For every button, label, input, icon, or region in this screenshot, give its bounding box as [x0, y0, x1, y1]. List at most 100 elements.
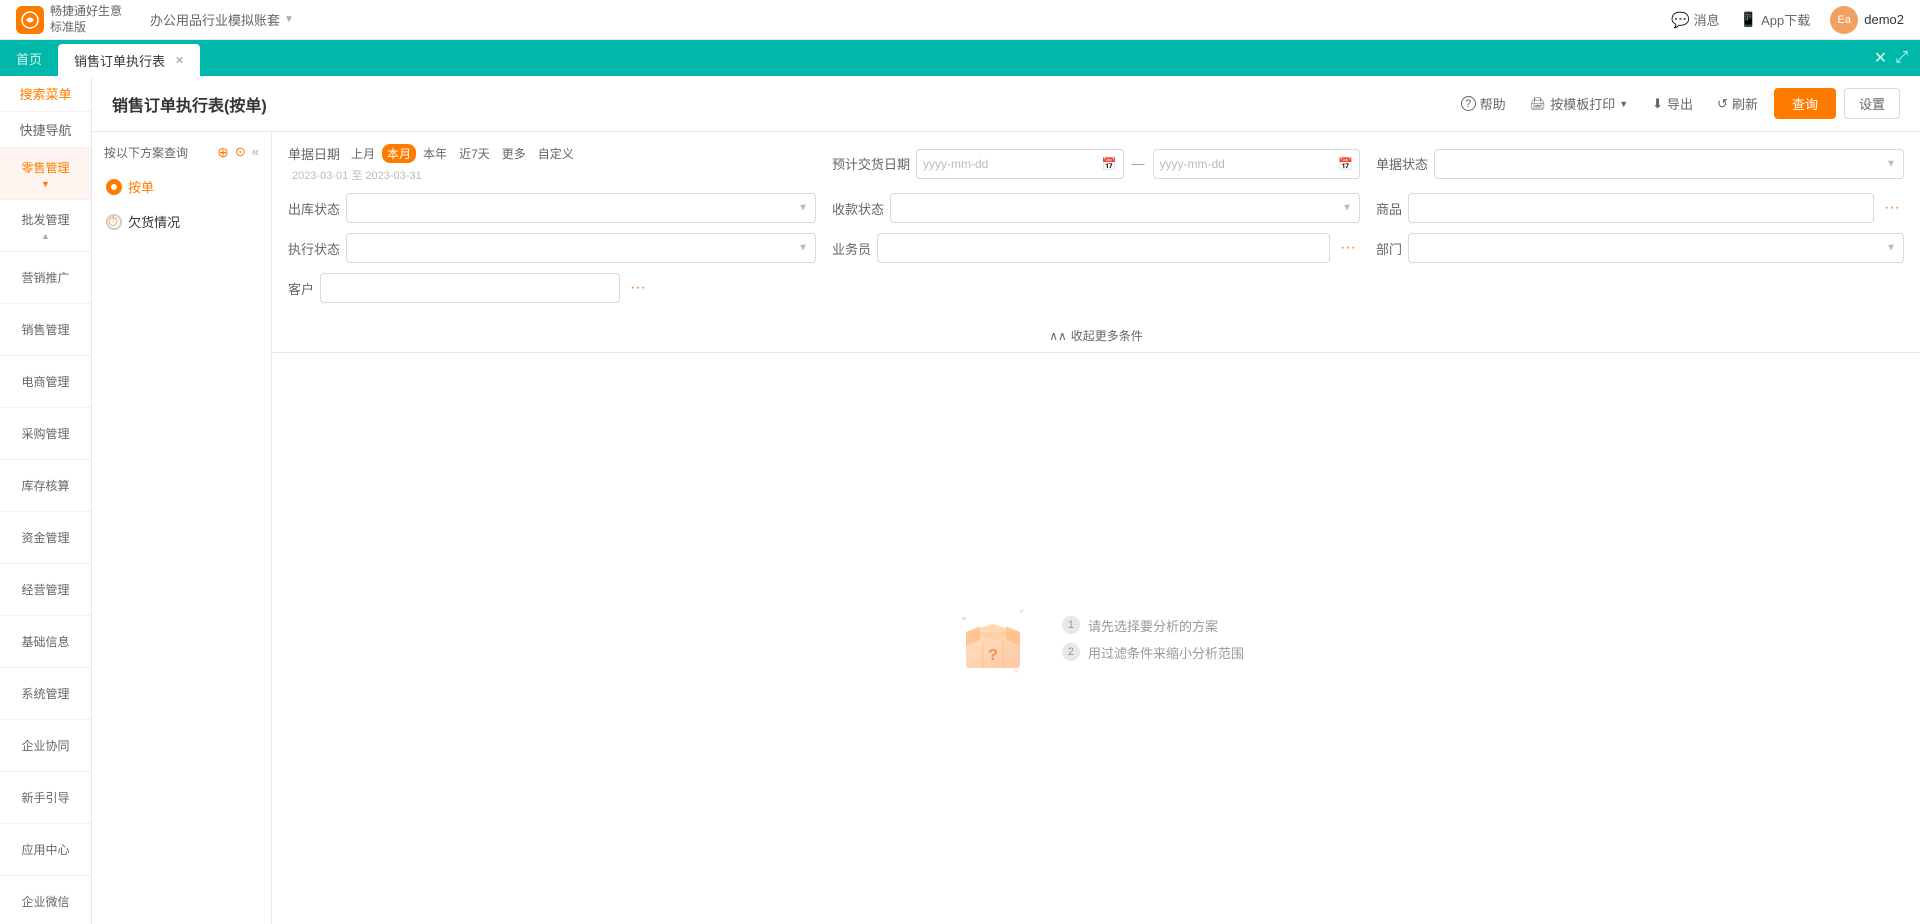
sidebar-item-ecommerce[interactable]: 电商管理	[0, 356, 91, 408]
tab-sales-order[interactable]: 销售订单执行表 ✕	[58, 44, 200, 76]
customer-more-icon[interactable]: ···	[626, 279, 650, 297]
goods-input[interactable]	[1408, 193, 1874, 223]
forecast-date-from-input[interactable]	[923, 150, 1102, 178]
svg-text:✦: ✦	[1013, 668, 1019, 676]
sidebar-item-retail[interactable]: 零售管理 ▼	[0, 148, 91, 200]
tip-text-2: 用过滤条件来缩小分析范围	[1088, 643, 1244, 662]
calendar-from-icon[interactable]: 📅	[1102, 157, 1117, 171]
outbound-status-select[interactable]	[346, 193, 816, 223]
shortcut-custom[interactable]: 自定义	[533, 144, 579, 163]
close-all-tabs-button[interactable]: ✕	[1874, 48, 1887, 68]
sidebar-search-menu[interactable]: 搜索菜单	[0, 76, 91, 112]
dept-select[interactable]	[1408, 233, 1904, 263]
sidebar-item-marketing[interactable]: 营销推广	[0, 252, 91, 304]
shortcut-last-month[interactable]: 上月	[346, 144, 380, 163]
sidebar-item-app-center[interactable]: 应用中心	[0, 824, 91, 876]
manage-scheme-icon[interactable]: ⊙	[235, 144, 246, 161]
sidebar-item-purchase[interactable]: 采购管理	[0, 408, 91, 460]
empty-state: ? ✦ ✦ ✦ 1 请先选择要分析的方案	[272, 353, 1920, 924]
exec-status-select[interactable]	[346, 233, 816, 263]
tab-home-label: 首页	[16, 49, 42, 68]
tab-home[interactable]: 首页	[0, 40, 58, 76]
breadcrumb[interactable]: 办公用品行业模拟账套 ▼	[150, 10, 294, 29]
customer-input[interactable]	[320, 273, 620, 303]
shortcut-this-year[interactable]: 本年	[418, 144, 452, 163]
template-print-button[interactable]: 🖨 按模板打印 ▼	[1522, 90, 1636, 117]
date-range-text: 2023-03-01 至 2023-03-31	[292, 167, 422, 183]
sidebar-item-wechat-label: 企业微信	[21, 893, 69, 910]
collapse-sidebar-icon[interactable]: «	[252, 144, 259, 161]
date-label-shortcuts: 单据日期 上月 本月 本年 近7天 更多 自定义	[288, 144, 816, 163]
add-scheme-icon[interactable]: ⊕	[217, 144, 229, 161]
sidebar-item-sales[interactable]: 销售管理	[0, 304, 91, 356]
outbound-status-group: 出库状态 ▼	[288, 193, 816, 223]
logo-icon	[16, 6, 44, 34]
sidebar-item-finance[interactable]: 资金管理	[0, 512, 91, 564]
forecast-date-from-wrapper: 📅	[916, 149, 1124, 179]
breadcrumb-text: 办公用品行业模拟账套	[150, 10, 280, 29]
date-inputs: 2023-03-01 至 2023-03-31	[288, 167, 816, 183]
shortcut-more[interactable]: 更多	[497, 144, 531, 163]
settings-button[interactable]: 设置	[1844, 88, 1900, 119]
sidebar-quick-nav[interactable]: 快捷导航	[0, 112, 91, 148]
date-dash: —	[1132, 156, 1145, 171]
outbound-status-select-wrapper: ▼	[346, 193, 816, 223]
filter-option-by-order[interactable]: 按单	[92, 169, 271, 204]
help-icon: ?	[1461, 96, 1476, 111]
tab-close-icon[interactable]: ✕	[175, 54, 184, 67]
shortcut-this-month[interactable]: 本月	[382, 144, 416, 163]
salesperson-more-icon[interactable]: ···	[1336, 239, 1360, 257]
search-menu-label: 搜索菜单	[19, 87, 71, 102]
chevron-down-icon: ▼	[41, 179, 50, 189]
goods-more-icon[interactable]: ···	[1880, 199, 1904, 217]
avatar: Ea	[1830, 6, 1858, 34]
sidebar-item-inventory[interactable]: 库存核算	[0, 460, 91, 512]
customer-input-wrapper	[320, 273, 620, 303]
filter-option-by-order-label: 按单	[128, 177, 154, 196]
sidebar: 搜索菜单 快捷导航 零售管理 ▼ 批发管理 ▲ 营销推广 销售管理 电商管理 采…	[0, 76, 92, 924]
user-info[interactable]: Ea demo2	[1830, 6, 1904, 34]
search-button[interactable]: 查询	[1774, 88, 1836, 119]
refresh-button[interactable]: ↺ 刷新	[1709, 90, 1766, 117]
sidebar-item-operations-label: 经营管理	[21, 581, 69, 598]
message-label: 消息	[1694, 10, 1720, 29]
sidebar-item-system[interactable]: 系统管理	[0, 668, 91, 720]
tip-text-1: 请先选择要分析的方案	[1088, 616, 1218, 635]
expand-tab-button[interactable]: ⤢	[1895, 49, 1908, 67]
filter-row-4: 客户 ···	[288, 273, 1904, 303]
sidebar-item-wholesale[interactable]: 批发管理 ▲	[0, 200, 91, 252]
calendar-to-icon[interactable]: 📅	[1338, 157, 1353, 171]
doc-status-select-wrapper: ▼	[1434, 149, 1904, 179]
breadcrumb-arrow-icon: ▼	[284, 14, 294, 25]
sidebar-item-operations[interactable]: 经营管理	[0, 564, 91, 616]
sidebar-item-collaboration[interactable]: 企业协同	[0, 720, 91, 772]
exec-status-select-wrapper: ▼	[346, 233, 816, 263]
salesperson-input[interactable]	[877, 233, 1330, 263]
collapse-button[interactable]: ∧∧ 收起更多条件	[272, 319, 1920, 352]
filter-option-backorder[interactable]: ⏱ 欠货情况	[92, 204, 271, 239]
forecast-date-to-input[interactable]	[1160, 150, 1339, 178]
sidebar-item-guide-label: 新手引导	[21, 789, 69, 806]
app-download-button[interactable]: 📱 App下载	[1740, 10, 1811, 29]
filter-row-3: 执行状态 ▼ 业务员	[288, 233, 1904, 263]
empty-tip-2: 2 用过滤条件来缩小分析范围	[1062, 643, 1244, 662]
help-button[interactable]: ? 帮助	[1453, 90, 1514, 117]
username-label: demo2	[1864, 12, 1904, 27]
shortcut-7days[interactable]: 近7天	[454, 144, 495, 163]
receipt-status-select[interactable]	[890, 193, 1360, 223]
sidebar-item-wechat[interactable]: 企业微信	[0, 876, 91, 924]
sidebar-item-purchase-label: 采购管理	[21, 425, 69, 442]
sidebar-item-guide[interactable]: 新手引导	[0, 772, 91, 824]
dept-select-wrapper: ▼	[1408, 233, 1904, 263]
message-icon: 💬	[1671, 11, 1690, 29]
message-button[interactable]: 💬 消息	[1671, 10, 1720, 29]
filter-sidebar: 按以下方案查询 ⊕ ⊙ « 按单 ⏱	[92, 132, 272, 924]
sidebar-item-basic-info[interactable]: 基础信息	[0, 616, 91, 668]
doc-status-select[interactable]	[1434, 149, 1904, 179]
right-panel: 单据日期 上月 本月 本年 近7天 更多 自定义	[272, 132, 1920, 924]
salesperson-input-wrapper	[877, 233, 1330, 263]
export-button[interactable]: ⬇ 导出	[1644, 90, 1701, 117]
sidebar-item-wholesale-label: 批发管理	[21, 211, 69, 228]
logo-area: 畅捷通好生意 标准版	[16, 4, 122, 35]
forecast-date-group: 预计交货日期 📅 — 📅	[832, 144, 1360, 183]
